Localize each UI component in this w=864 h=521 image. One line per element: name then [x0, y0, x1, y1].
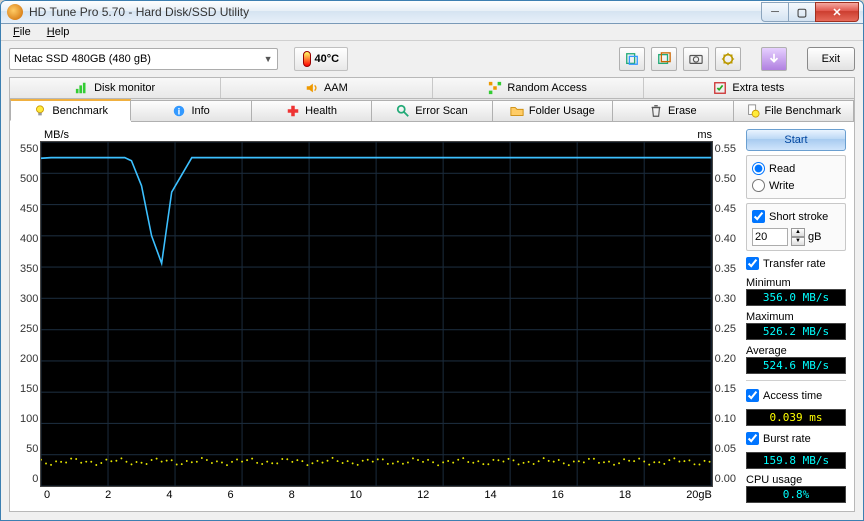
spin-up[interactable]: ▲: [791, 228, 805, 237]
tab-erase[interactable]: Erase: [613, 100, 733, 122]
tab-extra-tests[interactable]: Extra tests: [644, 78, 854, 98]
stat-access-time: 0.039 ms: [746, 409, 846, 426]
cpu-usage-value: 0.8%: [746, 486, 846, 503]
stat-burst-rate: 159.8 MB/s: [746, 452, 846, 469]
close-button[interactable]: ✕: [815, 2, 859, 22]
svg-text:i: i: [178, 107, 181, 118]
write-radio[interactable]: Write: [752, 177, 840, 194]
short-stroke-check[interactable]: Short stroke: [752, 208, 840, 225]
tab-error-scan[interactable]: Error Scan: [372, 100, 492, 122]
temperature-value: 40°C: [315, 53, 340, 65]
monitor-icon: [75, 81, 89, 95]
minimize-button[interactable]: ─: [761, 2, 789, 22]
stat-average: Average 524.6 MB/s: [746, 345, 846, 374]
y-axis-left: 550500450400350300250200150100500: [18, 141, 40, 487]
thermometer-icon: [303, 51, 311, 67]
health-icon: [286, 104, 300, 118]
app-window: HD Tune Pro 5.70 - Hard Disk/SSD Utility…: [0, 0, 864, 521]
info-icon: i: [172, 104, 186, 118]
tab-disk-monitor[interactable]: Disk monitor: [10, 78, 221, 98]
exit-button[interactable]: Exit: [807, 47, 855, 71]
short-stroke-group: Short stroke ▲▼ gB: [746, 203, 846, 251]
burst-rate-value: 159.8 MB/s: [746, 452, 846, 469]
drive-select[interactable]: Netac SSD 480GB (480 gB) ▼: [9, 48, 278, 70]
maximize-button[interactable]: ▢: [788, 2, 816, 22]
burst-rate-check[interactable]: Burst rate: [746, 430, 846, 447]
magnify-icon: [396, 104, 410, 118]
settings-button[interactable]: [715, 47, 741, 71]
folder-icon: [510, 104, 524, 118]
mode-group: Read Write: [746, 155, 846, 199]
chart-plot: [40, 141, 712, 487]
tests-icon: [713, 81, 727, 95]
short-stroke-unit: gB: [808, 231, 821, 243]
maximum-value: 526.2 MB/s: [746, 323, 846, 340]
transfer-rate-check[interactable]: Transfer rate: [746, 255, 846, 272]
spin-down[interactable]: ▼: [791, 237, 805, 246]
tab-random-access[interactable]: Random Access: [433, 78, 644, 98]
titlebar: HD Tune Pro 5.70 - Hard Disk/SSD Utility…: [1, 1, 863, 24]
y-right-unit: ms: [697, 129, 712, 141]
read-radio[interactable]: Read: [752, 160, 840, 177]
short-stroke-input[interactable]: [752, 228, 788, 246]
drive-select-value: Netac SSD 480GB (480 gB): [14, 53, 151, 65]
menubar: File Help: [1, 24, 863, 41]
average-value: 524.6 MB/s: [746, 357, 846, 374]
start-button[interactable]: Start: [746, 129, 846, 151]
trash-icon: [649, 104, 663, 118]
copy-info-button[interactable]: [619, 47, 645, 71]
access-time-check[interactable]: Access time: [746, 387, 846, 404]
minimum-value: 356.0 MB/s: [746, 289, 846, 306]
speaker-icon: [305, 81, 319, 95]
window-title: HD Tune Pro 5.70 - Hard Disk/SSD Utility: [29, 5, 762, 19]
tab-info[interactable]: i Info: [131, 100, 251, 122]
tab-health[interactable]: Health: [252, 100, 372, 122]
tab-aam[interactable]: AAM: [221, 78, 432, 98]
x-axis: 02468101214161820gB: [44, 487, 712, 503]
screenshot-button[interactable]: [683, 47, 709, 71]
random-icon: [488, 81, 502, 95]
bulb-icon: [33, 104, 47, 118]
file-bench-icon: [746, 104, 760, 118]
top-tab-strip: Disk monitor AAM Random Access Extra tes…: [9, 77, 855, 99]
copy-screenshot-button[interactable]: [651, 47, 677, 71]
main-panel: MB/s ms 55050045040035030025020015010050…: [9, 121, 855, 512]
stat-minimum: Minimum 356.0 MB/s: [746, 277, 846, 306]
access-time-value: 0.039 ms: [746, 409, 846, 426]
save-button[interactable]: [761, 47, 787, 71]
y-left-unit: MB/s: [44, 129, 69, 141]
sub-tab-strip: Benchmark i Info Health Error Scan Folde…: [9, 99, 855, 121]
side-panel: Start Read Write Short stroke ▲▼ gB Tran…: [746, 129, 846, 503]
menu-file[interactable]: File: [5, 24, 39, 40]
chart-area: MB/s ms 55050045040035030025020015010050…: [18, 129, 738, 503]
dropdown-icon: ▼: [264, 54, 273, 64]
tab-folder-usage[interactable]: Folder Usage: [493, 100, 613, 122]
tab-benchmark[interactable]: Benchmark: [10, 99, 131, 121]
temperature-display: 40°C: [294, 47, 349, 71]
stat-cpu-usage: CPU usage 0.8%: [746, 474, 846, 503]
toolbar: Netac SSD 480GB (480 gB) ▼ 40°C Exit: [1, 41, 863, 77]
stat-maximum: Maximum 526.2 MB/s: [746, 311, 846, 340]
app-icon: [7, 4, 23, 20]
tab-file-benchmark[interactable]: File Benchmark: [734, 100, 854, 122]
y-axis-right: 0.550.500.450.400.350.300.250.200.150.10…: [713, 141, 738, 487]
menu-help[interactable]: Help: [39, 24, 78, 40]
